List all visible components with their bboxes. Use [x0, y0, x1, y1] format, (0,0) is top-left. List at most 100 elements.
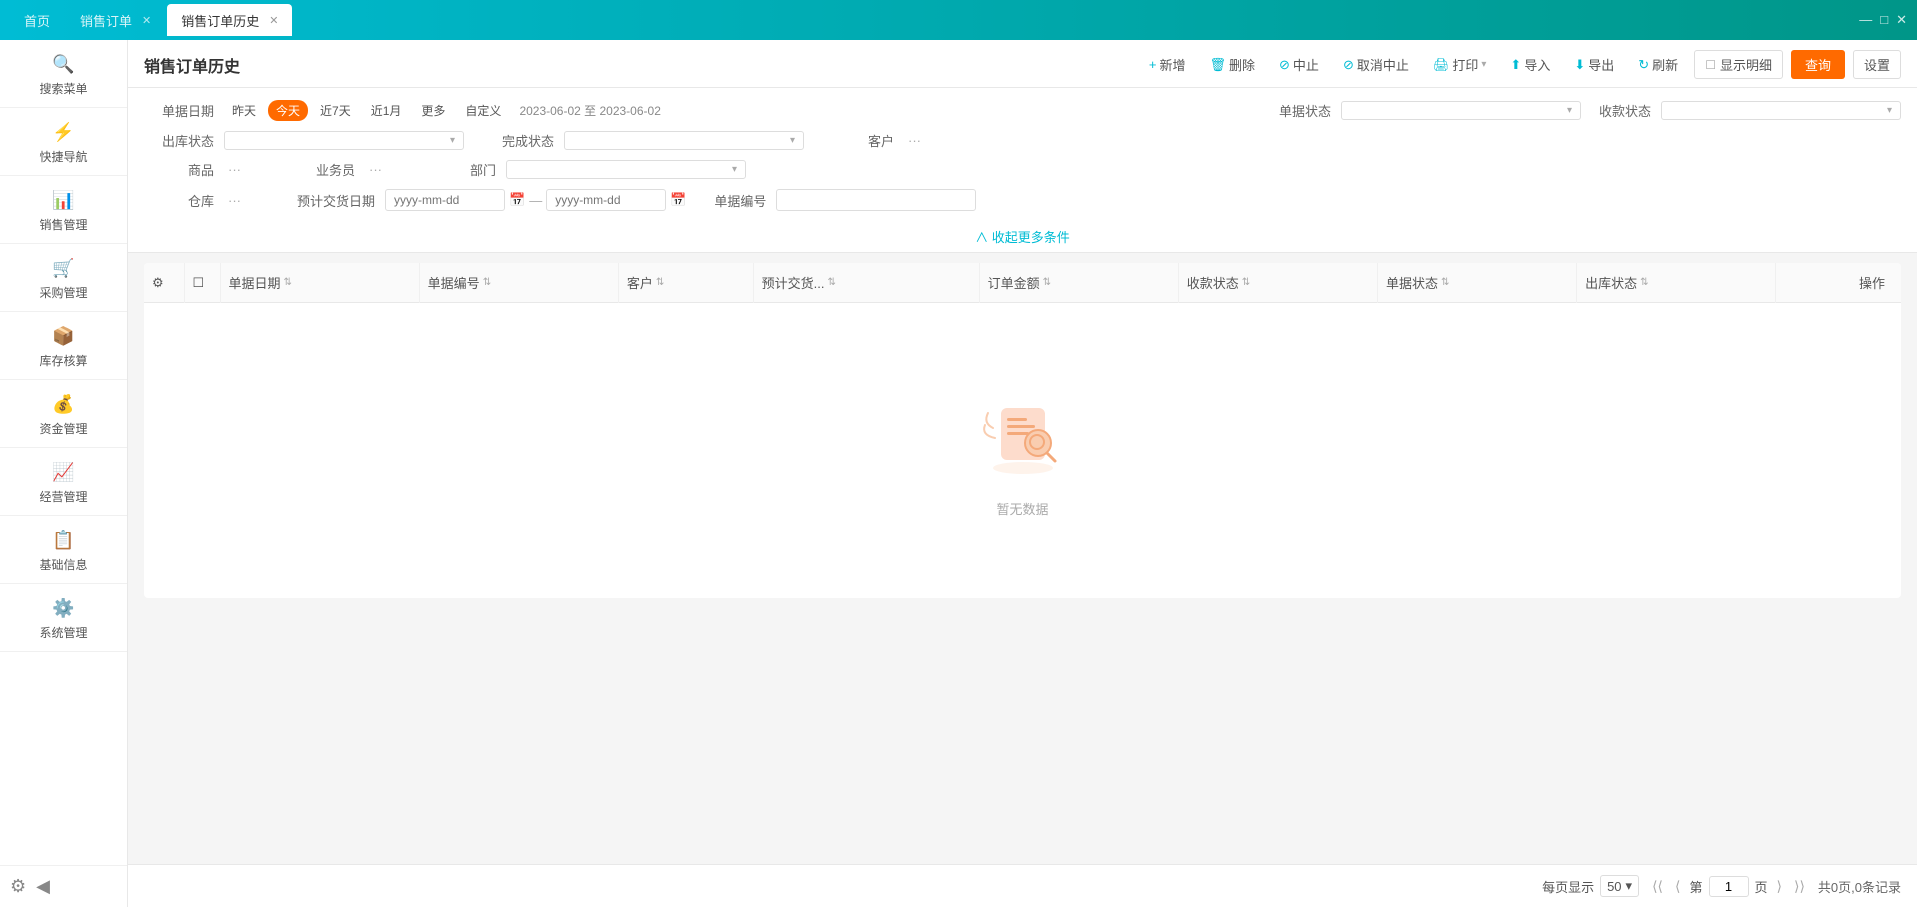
th-amount-label: 订单金额: [988, 273, 1040, 292]
th-amount[interactable]: 订单金额 ⇅: [979, 263, 1178, 303]
sidebar-item-finance[interactable]: 💰 资金管理: [0, 380, 127, 448]
th-outbound-status[interactable]: 出库状态 ⇅: [1577, 263, 1776, 303]
complete-select[interactable]: ▾: [564, 131, 804, 150]
next-page-button[interactable]: ⟩: [1774, 878, 1785, 895]
tab-sales-order-close[interactable]: ✕: [142, 14, 151, 27]
sidebar-collapse-icon[interactable]: ◀: [36, 876, 50, 897]
first-page-button[interactable]: ⟨⟨: [1649, 878, 1666, 895]
date-more[interactable]: 更多: [413, 100, 453, 121]
sidebar-item-inventory-label: 库存核算: [39, 352, 87, 369]
filter-area: 单据日期 昨天 今天 近7天 近1月 更多 自定义 2023-06-02 至 2…: [128, 88, 1917, 253]
sidebar-item-quicknav-label: 快捷导航: [39, 148, 87, 165]
warehouse-select[interactable]: ···: [224, 193, 245, 208]
settings-button[interactable]: 设置: [1853, 50, 1901, 79]
sidebar-item-quicknav[interactable]: ⚡ 快捷导航: [0, 108, 127, 176]
expected-date-from[interactable]: [385, 189, 505, 211]
date-last7[interactable]: 近7天: [312, 100, 359, 121]
expected-date-to[interactable]: [546, 189, 666, 211]
product-select[interactable]: ···: [224, 162, 245, 177]
print-icon: 🖨: [1433, 57, 1450, 73]
date-yesterday[interactable]: 昨天: [224, 100, 264, 121]
sort-amount-icon: ⇅: [1043, 277, 1051, 288]
outbound-select[interactable]: ▾: [224, 131, 464, 150]
top-bar: 首页 销售订单 ✕ 销售订单历史 ✕ — □ ✕: [0, 0, 1917, 40]
tab-home[interactable]: 首页: [10, 4, 64, 36]
query-button[interactable]: 查询: [1791, 50, 1845, 79]
filter-row-4: 仓库 ··· 预计交货日期 📅 — 📅 单据编号: [144, 189, 1901, 211]
calendar-from-icon[interactable]: 📅: [509, 192, 525, 208]
status-select[interactable]: ▾: [1341, 101, 1581, 120]
show-detail-checkbox[interactable]: ☐ 显示明细: [1694, 50, 1783, 79]
sidebar-item-system[interactable]: ⚙️ 系统管理: [0, 584, 127, 652]
tab-sales-order-label: 销售订单: [80, 11, 132, 30]
date-custom[interactable]: 自定义: [457, 100, 509, 121]
sidebar-item-basic[interactable]: 📋 基础信息: [0, 516, 127, 584]
tab-sales-order-history[interactable]: 销售订单历史 ✕: [167, 4, 292, 36]
export-button[interactable]: ⬇ 导出: [1566, 51, 1622, 78]
date-last1m[interactable]: 近1月: [363, 100, 410, 121]
sidebar-item-operation[interactable]: 📈 经营管理: [0, 448, 127, 516]
per-page: 每页显示 50 ▾: [1542, 875, 1639, 897]
complete-label: 完成状态: [484, 131, 564, 150]
th-checkbox[interactable]: ☐: [184, 263, 220, 303]
stop-button[interactable]: ⊘ 中止: [1271, 51, 1327, 78]
main-layout: 🔍 搜索菜单 ⚡ 快捷导航 📊 销售管理 🛒 采购管理 📦 库存核算 💰 资金管…: [0, 40, 1917, 907]
cancel-stop-label: 取消中止: [1357, 55, 1409, 74]
sidebar: 🔍 搜索菜单 ⚡ 快捷导航 📊 销售管理 🛒 采购管理 📦 库存核算 💰 资金管…: [0, 40, 128, 907]
th-doc-status-label: 单据状态: [1386, 273, 1438, 292]
empty-state: 暂无数据: [144, 303, 1901, 598]
order-no-input[interactable]: [776, 189, 976, 211]
finance-icon: 💰: [52, 394, 74, 415]
per-page-value: 50: [1607, 879, 1621, 894]
prev-page-button[interactable]: ⟨: [1672, 878, 1683, 895]
refresh-button[interactable]: ↻ 刷新: [1630, 51, 1686, 78]
maximize-icon[interactable]: □: [1880, 12, 1888, 28]
filter-row-2: 出库状态 ▾ 完成状态 ▾ 客户 ···: [144, 131, 1901, 150]
sidebar-item-purchase-label: 采购管理: [39, 284, 87, 301]
payment-select[interactable]: ▾: [1661, 101, 1901, 120]
date-filter-value: 昨天 今天 近7天 近1月 更多 自定义 2023-06-02 至 2023-0…: [224, 100, 1261, 121]
cancel-stop-icon: ⊘: [1343, 57, 1354, 73]
collapse-more[interactable]: ∧ 收起更多条件: [144, 221, 1901, 252]
sidebar-item-operation-label: 经营管理: [39, 488, 87, 505]
dept-select[interactable]: ▾: [506, 160, 746, 179]
th-payment-status[interactable]: 收款状态 ⇅: [1178, 263, 1377, 303]
cancel-stop-button[interactable]: ⊘ 取消中止: [1335, 51, 1417, 78]
import-button[interactable]: ⬆ 导入: [1502, 51, 1558, 78]
salesperson-select[interactable]: ···: [365, 162, 386, 177]
th-expected-date[interactable]: 预计交货... ⇅: [753, 263, 979, 303]
sidebar-bottom: ⚙ ◀: [0, 865, 127, 907]
date-shortcuts: 昨天 今天 近7天 近1月 更多 自定义: [224, 100, 509, 121]
calendar-to-icon[interactable]: 📅: [670, 192, 686, 208]
add-button[interactable]: + 新增: [1141, 51, 1194, 78]
th-date[interactable]: 单据日期 ⇅: [220, 263, 419, 303]
customer-select[interactable]: ···: [904, 133, 925, 148]
dept-select-arrow: ▾: [732, 164, 737, 175]
sidebar-item-sales[interactable]: 📊 销售管理: [0, 176, 127, 244]
sidebar-item-finance-label: 资金管理: [39, 420, 87, 437]
print-button[interactable]: 🖨 打印 ▾: [1425, 51, 1495, 78]
th-customer[interactable]: 客户 ⇅: [618, 263, 753, 303]
data-table: ⚙ ☐ 单据日期 ⇅ 单据编号: [144, 263, 1901, 598]
sidebar-item-search[interactable]: 🔍 搜索菜单: [0, 40, 127, 108]
tab-sales-order[interactable]: 销售订单 ✕: [66, 4, 165, 36]
th-doc-status[interactable]: 单据状态 ⇅: [1377, 263, 1576, 303]
import-label: 导入: [1524, 55, 1550, 74]
sidebar-settings-icon[interactable]: ⚙: [10, 876, 26, 897]
print-dropdown-icon: ▾: [1481, 59, 1486, 70]
close-icon[interactable]: ✕: [1896, 12, 1907, 28]
per-page-select[interactable]: 50 ▾: [1600, 875, 1639, 897]
sidebar-item-purchase[interactable]: 🛒 采购管理: [0, 244, 127, 312]
sort-order-no-icon: ⇅: [483, 277, 491, 288]
th-settings[interactable]: ⚙: [144, 263, 184, 303]
date-today[interactable]: 今天: [268, 100, 308, 121]
th-order-no[interactable]: 单据编号 ⇅: [419, 263, 618, 303]
tab-sales-order-history-label: 销售订单历史: [181, 11, 259, 30]
tab-sales-order-history-close[interactable]: ✕: [269, 14, 278, 27]
last-page-button[interactable]: ⟩⟩: [1791, 878, 1808, 895]
th-outbound-status-label: 出库状态: [1585, 273, 1637, 292]
page-input[interactable]: [1709, 876, 1749, 897]
minimize-icon[interactable]: —: [1859, 12, 1872, 28]
delete-button[interactable]: 🗑 删除: [1201, 51, 1263, 78]
sidebar-item-inventory[interactable]: 📦 库存核算: [0, 312, 127, 380]
